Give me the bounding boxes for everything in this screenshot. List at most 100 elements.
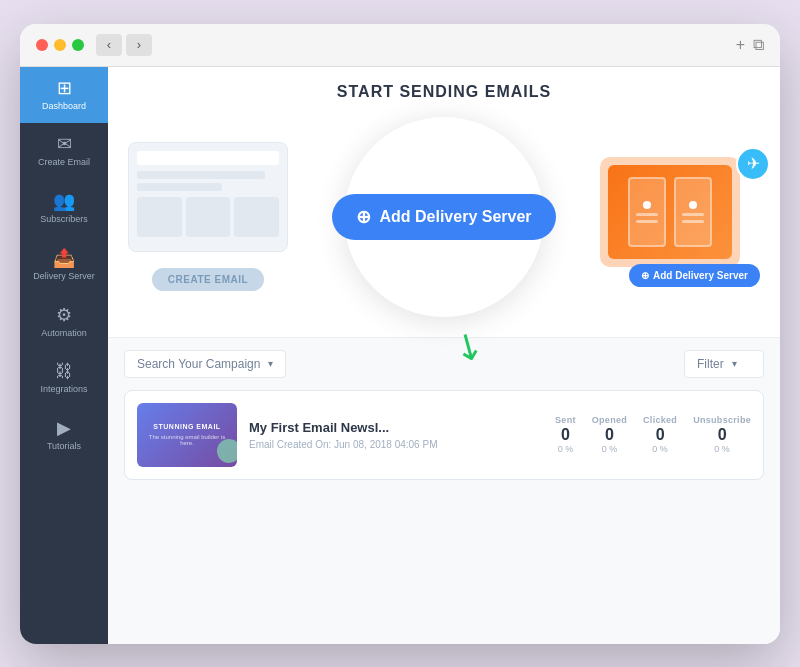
integrations-icon: ⛓ [55,362,73,380]
stat-opened-value: 0 [592,425,627,444]
sidebar-item-create-email[interactable]: ✉ Create Email [20,123,108,180]
hero-section: START SENDING EMAILS [108,67,780,338]
sidebar-label-integrations: Integrations [40,384,87,395]
mockup-col-3 [234,197,279,237]
mockup-col-layout [137,197,279,237]
sidebar-item-tutorials[interactable]: ▶ Tutorials [20,407,108,464]
stat-sent: Sent 0 0 % [555,415,576,454]
campaign-stats: Sent 0 0 % Opened 0 0 % Clicked 0 0 [555,415,751,454]
stat-opened-label: Opened [592,415,627,425]
server-badge: ✈ [736,147,770,181]
stat-sent-label: Sent [555,415,576,425]
sidebar-item-integrations[interactable]: ⛓ Integrations [20,350,108,407]
stat-clicked-pct: 0 % [643,444,677,454]
delivery-server-icon: 📤 [53,249,75,267]
campaign-item[interactable]: STUNNING EMAIL The stunning email builde… [124,390,764,480]
server-line-1 [636,213,658,216]
browser-window: ‹ › + ⧉ ⊞ Dashboard ✉ Create Email 👥 Sub… [20,24,780,644]
sidebar: ⊞ Dashboard ✉ Create Email 👥 Subscribers… [20,67,108,644]
filter-dropdown-arrow: ▾ [732,358,737,369]
traffic-lights [36,39,84,51]
filter-label: Filter [697,357,724,371]
small-plus-icon: ⊕ [641,270,649,281]
campaign-thumbnail: STUNNING EMAIL The stunning email builde… [137,403,237,467]
stat-unsubscribe: Unsubscribe 0 0 % [693,415,751,454]
sidebar-label-delivery-server: Delivery Server [33,271,95,282]
cta-circle: ⊕ Add Delivery Server [344,117,544,317]
server-inner [608,165,732,259]
sidebar-label-tutorials: Tutorials [47,441,81,452]
chrome-actions: + ⧉ [736,36,764,54]
thumb-accent-circle [217,439,237,463]
add-delivery-server-small-button[interactable]: ⊕ Add Delivery Server [629,264,760,287]
server-line-4 [682,220,704,223]
add-delivery-server-main-button[interactable]: ⊕ Add Delivery Server [332,194,555,240]
sidebar-item-subscribers[interactable]: 👥 Subscribers [20,180,108,237]
mockup-row-2 [137,183,222,191]
email-mockup-container: CREATE EMAIL [128,142,288,291]
sidebar-item-delivery-server[interactable]: 📤 Delivery Server [20,237,108,294]
search-campaign-label: Search Your Campaign [137,357,260,371]
campaign-date: Email Created On: Jun 08, 2018 04:06 PM [249,439,543,450]
stat-clicked-value: 0 [643,425,677,444]
stat-opened: Opened 0 0 % [592,415,627,454]
sidebar-label-dashboard: Dashboard [42,101,86,112]
maximize-button[interactable] [72,39,84,51]
window-icon[interactable]: ⧉ [753,36,764,54]
stat-unsubscribe-pct: 0 % [693,444,751,454]
date-label: Email Created On: [249,439,331,450]
stat-unsubscribe-label: Unsubscribe [693,415,751,425]
add-tab-icon[interactable]: + [736,36,745,54]
stat-sent-pct: 0 % [555,444,576,454]
mockup-header-bar [137,151,279,165]
hero-title: START SENDING EMAILS [128,83,760,101]
stat-sent-value: 0 [555,425,576,444]
tutorials-icon: ▶ [57,419,71,437]
sidebar-item-dashboard[interactable]: ⊞ Dashboard [20,67,108,124]
forward-button[interactable]: › [126,34,152,56]
browser-chrome: ‹ › + ⧉ [20,24,780,67]
toolbar-row: Search Your Campaign ▾ Filter ▾ [124,350,764,378]
circle-cta: ⊕ Add Delivery Server ↙ [344,117,544,317]
automation-icon: ⚙ [56,306,72,324]
sidebar-label-automation: Automation [41,328,87,339]
stat-clicked-label: Clicked [643,415,677,425]
search-campaign-dropdown[interactable]: Search Your Campaign ▾ [124,350,286,378]
nav-buttons: ‹ › [96,34,152,56]
create-email-button[interactable]: CREATE EMAIL [152,268,264,291]
plus-icon: ⊕ [356,208,371,226]
add-delivery-small-label: Add Delivery Server [653,270,748,281]
stat-opened-pct: 0 % [592,444,627,454]
mockup-col-2 [186,197,231,237]
server-illustration: ✈ ⊕ Add Delivery Server [600,157,760,277]
mockup-row-1 [137,171,265,179]
stat-clicked: Clicked 0 0 % [643,415,677,454]
bottom-section: Search Your Campaign ▾ Filter ▾ STUNNING… [108,338,780,644]
date-value: Jun 08, 2018 04:06 PM [334,439,437,450]
mockup-col-1 [137,197,182,237]
close-button[interactable] [36,39,48,51]
campaign-info: My First Email Newsl... Email Created On… [249,420,543,450]
server-unit-1 [628,177,666,247]
stat-unsubscribe-value: 0 [693,425,751,444]
server-unit-2 [674,177,712,247]
back-button[interactable]: ‹ [96,34,122,56]
server-dot-1 [643,201,651,209]
server-line-2 [636,220,658,223]
create-email-icon: ✉ [57,135,72,153]
filter-dropdown[interactable]: Filter ▾ [684,350,764,378]
main-content: START SENDING EMAILS [108,67,780,644]
thumb-big-text: STUNNING EMAIL [153,423,220,431]
app-layout: ⊞ Dashboard ✉ Create Email 👥 Subscribers… [20,67,780,644]
email-mockup [128,142,288,252]
minimize-button[interactable] [54,39,66,51]
dashboard-icon: ⊞ [57,79,72,97]
sidebar-item-automation[interactable]: ⚙ Automation [20,294,108,351]
add-delivery-main-label: Add Delivery Server [379,208,531,226]
server-dot-2 [689,201,697,209]
subscribers-icon: 👥 [53,192,75,210]
server-line-3 [682,213,704,216]
search-dropdown-arrow: ▾ [268,358,273,369]
campaign-name: My First Email Newsl... [249,420,543,435]
sidebar-label-subscribers: Subscribers [40,214,88,225]
